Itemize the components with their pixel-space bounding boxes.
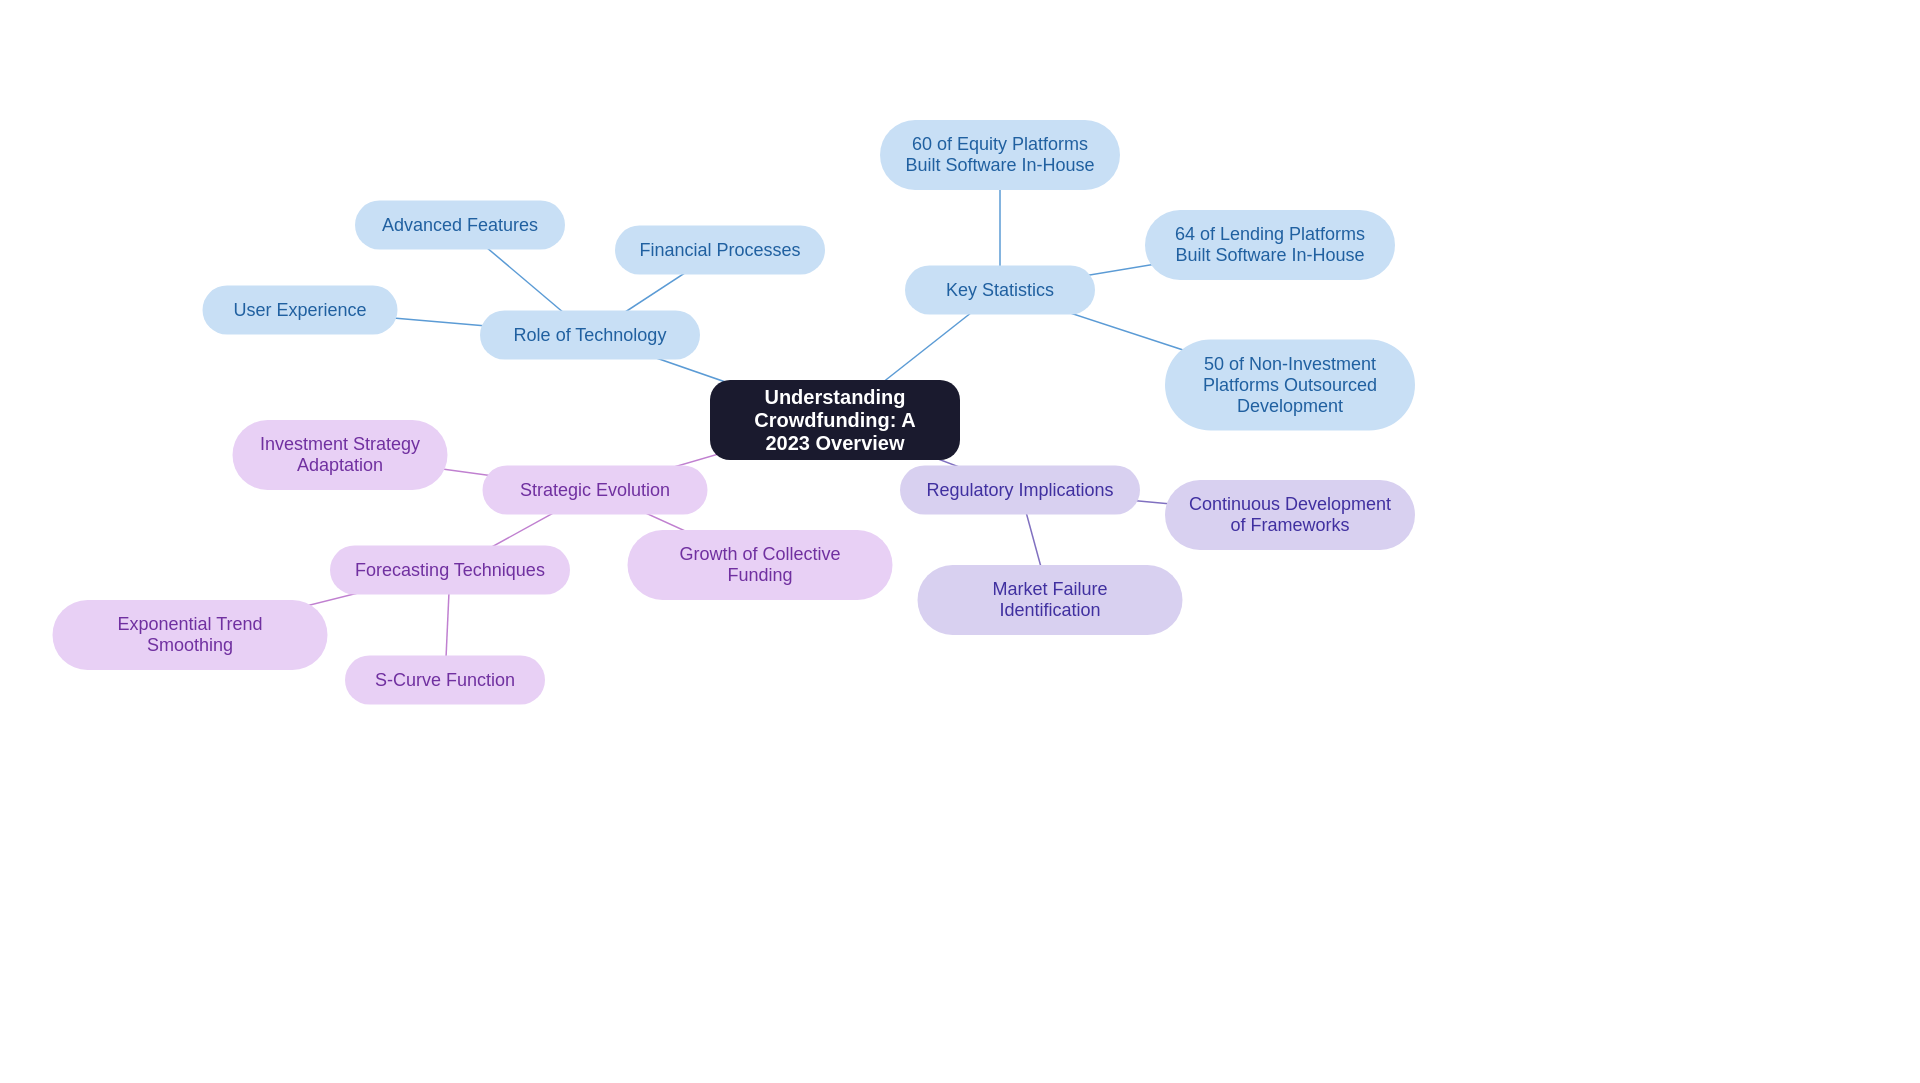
regulatory-implications-node[interactable]: Regulatory Implications [900,466,1140,515]
center-node[interactable]: Understanding Crowdfunding: A 2023 Overv… [710,380,960,460]
continuous-development-node[interactable]: Continuous Development of Frameworks [1165,480,1415,550]
exponential-trend-node[interactable]: Exponential Trend Smoothing [53,600,328,670]
non-investment-platforms-node[interactable]: 50 of Non-Investment Platforms Outsource… [1165,340,1415,431]
key-statistics-node[interactable]: Key Statistics [905,266,1095,315]
strategic-evolution-node[interactable]: Strategic Evolution [483,466,708,515]
equity-platforms-node[interactable]: 60 of Equity Platforms Built Software In… [880,120,1120,190]
investment-strategy-node[interactable]: Investment Strategy Adaptation [233,420,448,490]
s-curve-node[interactable]: S-Curve Function [345,656,545,705]
financial-processes-node[interactable]: Financial Processes [615,226,825,275]
forecasting-techniques-node[interactable]: Forecasting Techniques [330,546,570,595]
advanced-features-node[interactable]: Advanced Features [355,201,565,250]
mind-map: Understanding Crowdfunding: A 2023 Overv… [0,0,1920,1083]
growth-collective-funding-node[interactable]: Growth of Collective Funding [628,530,893,600]
lending-platforms-node[interactable]: 64 of Lending Platforms Built Software I… [1145,210,1395,280]
market-failure-node[interactable]: Market Failure Identification [918,565,1183,635]
user-experience-node[interactable]: User Experience [203,286,398,335]
role-of-technology-node[interactable]: Role of Technology [480,311,700,360]
